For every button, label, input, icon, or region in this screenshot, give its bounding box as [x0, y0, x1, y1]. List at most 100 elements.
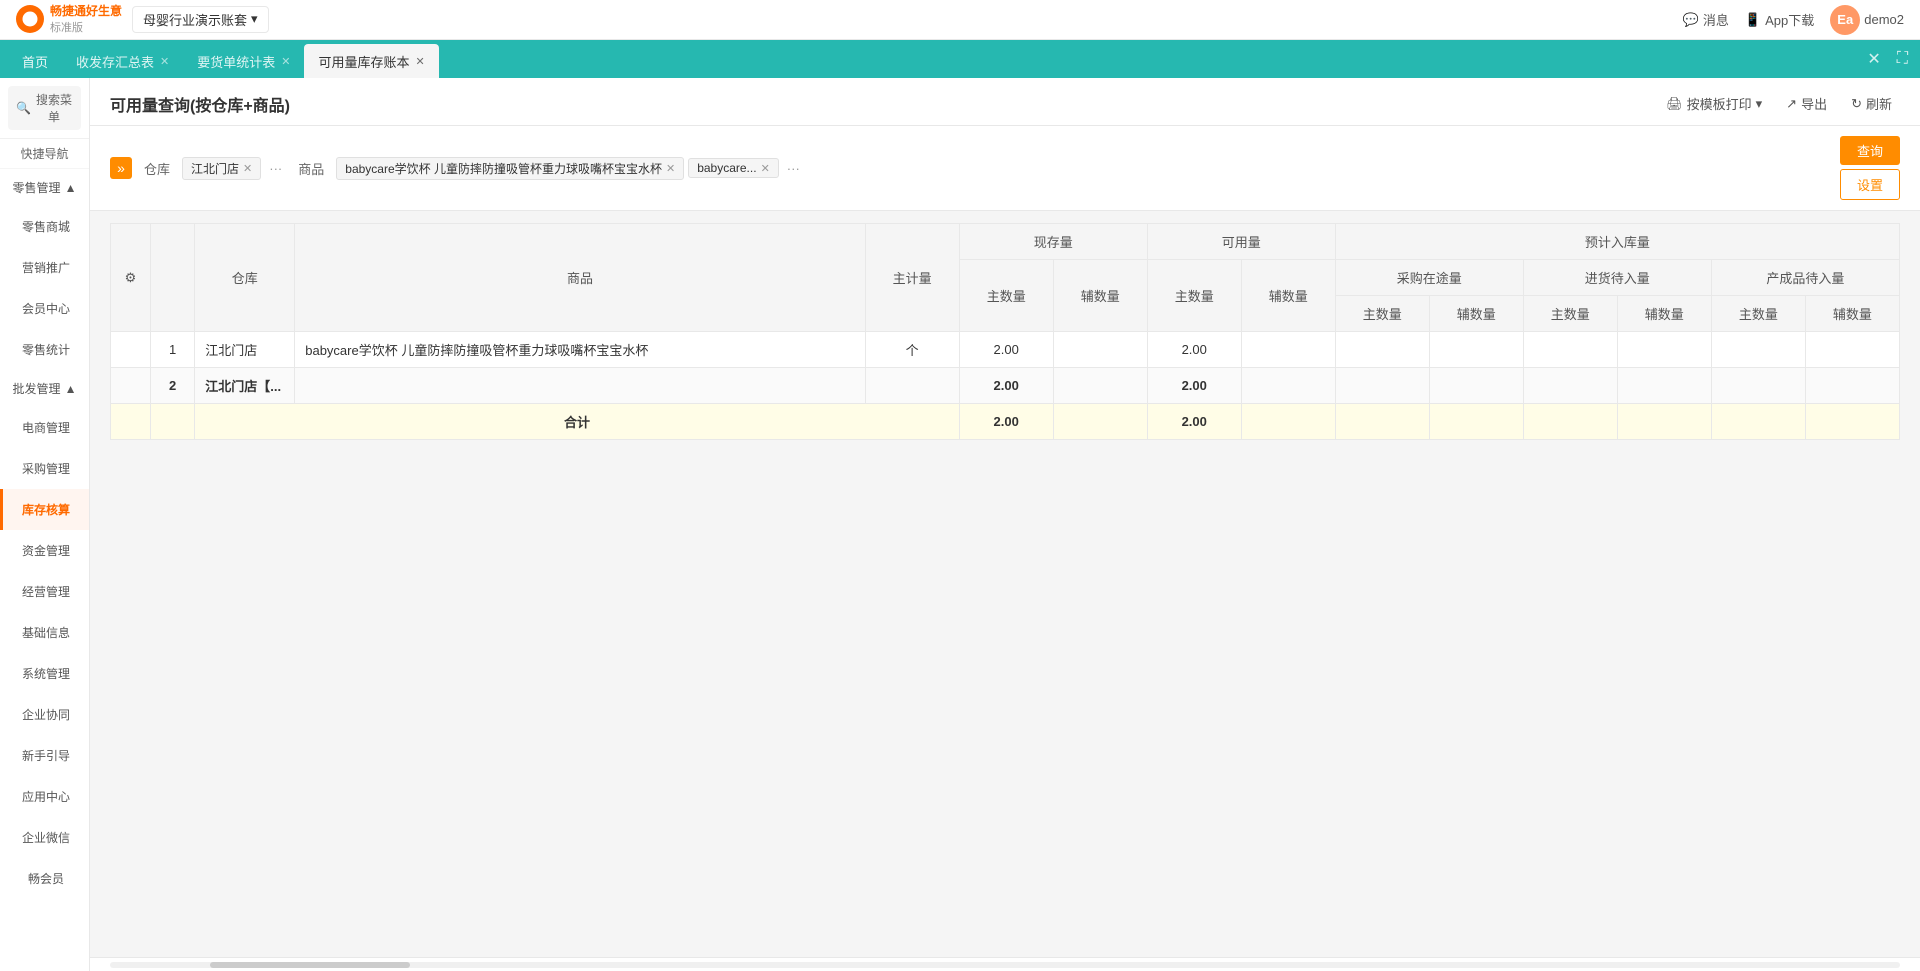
close-yaohuo-icon[interactable]: ✕: [281, 55, 290, 68]
sidebar-item-member[interactable]: 会员中心: [0, 288, 89, 329]
tab-shoufacun[interactable]: 收发存汇总表 ✕: [62, 44, 183, 78]
refresh-icon: ↻: [1851, 96, 1862, 112]
refresh-btn[interactable]: ↻ 刷新: [1843, 90, 1900, 117]
goods-filter: babycare学饮杯 儿童防摔防撞吸管杯重力球吸嘴杯宝宝水杯 ✕ babyca…: [336, 157, 804, 180]
total-production-main: [1711, 404, 1805, 440]
sidebar-nav-btn[interactable]: 快捷导航: [0, 139, 89, 169]
sidebar-item-basic-info[interactable]: 基础信息: [0, 612, 89, 653]
row1-unit: 个: [865, 332, 959, 368]
sidebar-item-member2[interactable]: 畅会员: [0, 858, 89, 899]
industry-selector[interactable]: 母婴行业演示账套 ▾: [132, 6, 269, 33]
logo-text-area: 畅捷通好生意 标准版: [50, 4, 122, 34]
purchase-intransit-th: 采购在途量: [1335, 260, 1523, 296]
sidebar-item-retail-mgmt[interactable]: 零售管理 ▲: [0, 169, 89, 206]
total-purchase-main: [1335, 404, 1429, 440]
query-btn[interactable]: 查询: [1840, 136, 1900, 165]
content-area: 可用量查询(按仓库+商品) 🖨 按模板打印 ▾ ↗ 导出 ↻ 刷新: [90, 78, 1920, 971]
row2-stock-main: 2.00: [959, 368, 1053, 404]
inbound-pending-th: 进货待入量: [1523, 260, 1711, 296]
close-keyongliang-icon[interactable]: ✕: [416, 55, 425, 68]
tab-yaohuo[interactable]: 要货单统计表 ✕: [183, 44, 304, 78]
filter-toggle-btn[interactable]: »: [110, 157, 132, 179]
row1-available-aux: [1241, 332, 1335, 368]
app-download-label: App下载: [1765, 10, 1814, 29]
tab-home[interactable]: 首页: [8, 44, 62, 78]
remove-goods1-icon[interactable]: ✕: [666, 162, 675, 175]
row1-purchase-main: [1335, 332, 1429, 368]
total-production-aux: [1805, 404, 1899, 440]
sidebar-item-ecommerce[interactable]: 电商管理: [0, 407, 89, 448]
user-area[interactable]: Ea demo2: [1830, 5, 1904, 35]
expand-btn[interactable]: ⛶: [1893, 50, 1912, 68]
sidebar-item-marketing[interactable]: 营销推广: [0, 247, 89, 288]
sidebar-item-inventory[interactable]: 库存核算: [0, 489, 89, 530]
print-icon: 🖨: [1666, 96, 1683, 112]
logo-sub: 标准版: [50, 19, 122, 35]
warehouse-value: 江北门店: [191, 160, 239, 177]
sidebar-item-system[interactable]: 系统管理: [0, 653, 89, 694]
row2-inbound-main: [1523, 368, 1617, 404]
message-icon: 💬: [1683, 12, 1699, 28]
toggle-icon: »: [117, 160, 125, 176]
row1-goods: babycare学饮杯 儿童防摔防撞吸管杯重力球吸嘴杯宝宝水杯: [295, 332, 865, 368]
inbound-main-th: 主数量: [1523, 296, 1617, 332]
sidebar-item-retail-stats[interactable]: 零售统计: [0, 329, 89, 370]
seq-th: [151, 224, 195, 332]
total-stock-aux: [1053, 404, 1147, 440]
row2-settings: [111, 368, 151, 404]
goods-more-icon[interactable]: ···: [783, 161, 804, 176]
available-aux-th: 辅数量: [1241, 260, 1335, 332]
stock-main-th: 主数量: [959, 260, 1053, 332]
app-download-btn[interactable]: 📱 App下载: [1745, 10, 1814, 29]
settings-btn[interactable]: 设置: [1840, 169, 1900, 200]
sidebar-item-app-center[interactable]: 应用中心: [0, 776, 89, 817]
purchase-aux-th: 辅数量: [1429, 296, 1523, 332]
close-all-btn[interactable]: ✕: [1863, 49, 1884, 69]
row2-purchase-aux: [1429, 368, 1523, 404]
row1-production-aux: [1805, 332, 1899, 368]
close-shoufacun-icon[interactable]: ✕: [160, 55, 169, 68]
sidebar-item-enterprise[interactable]: 企业协同: [0, 694, 89, 735]
tab-keyongliang[interactable]: 可用量库存账本 ✕: [304, 44, 438, 78]
sidebar-item-retail-mall[interactable]: 零售商城: [0, 206, 89, 247]
export-btn[interactable]: ↗ 导出: [1778, 90, 1835, 117]
sidebar-item-guide[interactable]: 新手引导: [0, 735, 89, 776]
tab-shoufacun-label: 收发存汇总表: [76, 52, 154, 71]
total-seq: [151, 404, 195, 440]
table-footer: [90, 957, 1920, 971]
search-menu-btn[interactable]: 🔍 搜索菜单: [8, 86, 81, 130]
sidebar-item-purchase[interactable]: 采购管理: [0, 448, 89, 489]
row2-available-main: 2.00: [1147, 368, 1241, 404]
forecast-th-group: 预计入库量: [1335, 224, 1899, 260]
total-stock-main: 2.00: [959, 404, 1053, 440]
total-inbound-aux: [1617, 404, 1711, 440]
goods-th: 商品: [295, 224, 865, 332]
data-table: ⚙ 仓库 商品 主计量 现存量 可用量 预计入库量 主数量 辅数量 主数量 辅数…: [110, 223, 1900, 440]
row1-production-main: [1711, 332, 1805, 368]
print-btn[interactable]: 🖨 按模板打印 ▾: [1658, 90, 1770, 117]
stock-aux-th: 辅数量: [1053, 260, 1147, 332]
remove-warehouse-icon[interactable]: ✕: [243, 162, 252, 175]
goods-tag2[interactable]: babycare... ✕: [688, 158, 779, 178]
goods-value1: babycare学饮杯 儿童防摔防撞吸管杯重力球吸嘴杯宝宝水杯: [345, 160, 662, 177]
nav-tabs: 首页 收发存汇总表 ✕ 要货单统计表 ✕ 可用量库存账本 ✕ ✕ ⛶: [0, 40, 1920, 78]
top-bar-right: 💬 消息 📱 App下载 Ea demo2: [1683, 5, 1904, 35]
export-icon: ↗: [1786, 96, 1797, 112]
remove-goods2-icon[interactable]: ✕: [761, 162, 770, 175]
sidebar-item-operation[interactable]: 经营管理: [0, 571, 89, 612]
chevron-down-icon: ▾: [251, 11, 258, 27]
warehouse-more-icon[interactable]: ···: [265, 161, 286, 176]
row1-stock-main: 2.00: [959, 332, 1053, 368]
logo-icon: [16, 5, 44, 33]
scrollbar-thumb[interactable]: [210, 962, 410, 968]
sidebar-item-wholesale-mgmt[interactable]: 批发管理 ▲: [0, 370, 89, 407]
row2-stock-aux: [1053, 368, 1147, 404]
row2-goods: [295, 368, 865, 404]
sidebar-item-finance[interactable]: 资金管理: [0, 530, 89, 571]
scrollbar-track[interactable]: [110, 962, 1900, 968]
row1-settings: [111, 332, 151, 368]
sidebar-item-wechat[interactable]: 企业微信: [0, 817, 89, 858]
warehouse-tag[interactable]: 江北门店 ✕: [182, 157, 261, 180]
goods-tag1[interactable]: babycare学饮杯 儿童防摔防撞吸管杯重力球吸嘴杯宝宝水杯 ✕: [336, 157, 684, 180]
message-btn[interactable]: 💬 消息: [1683, 10, 1729, 29]
